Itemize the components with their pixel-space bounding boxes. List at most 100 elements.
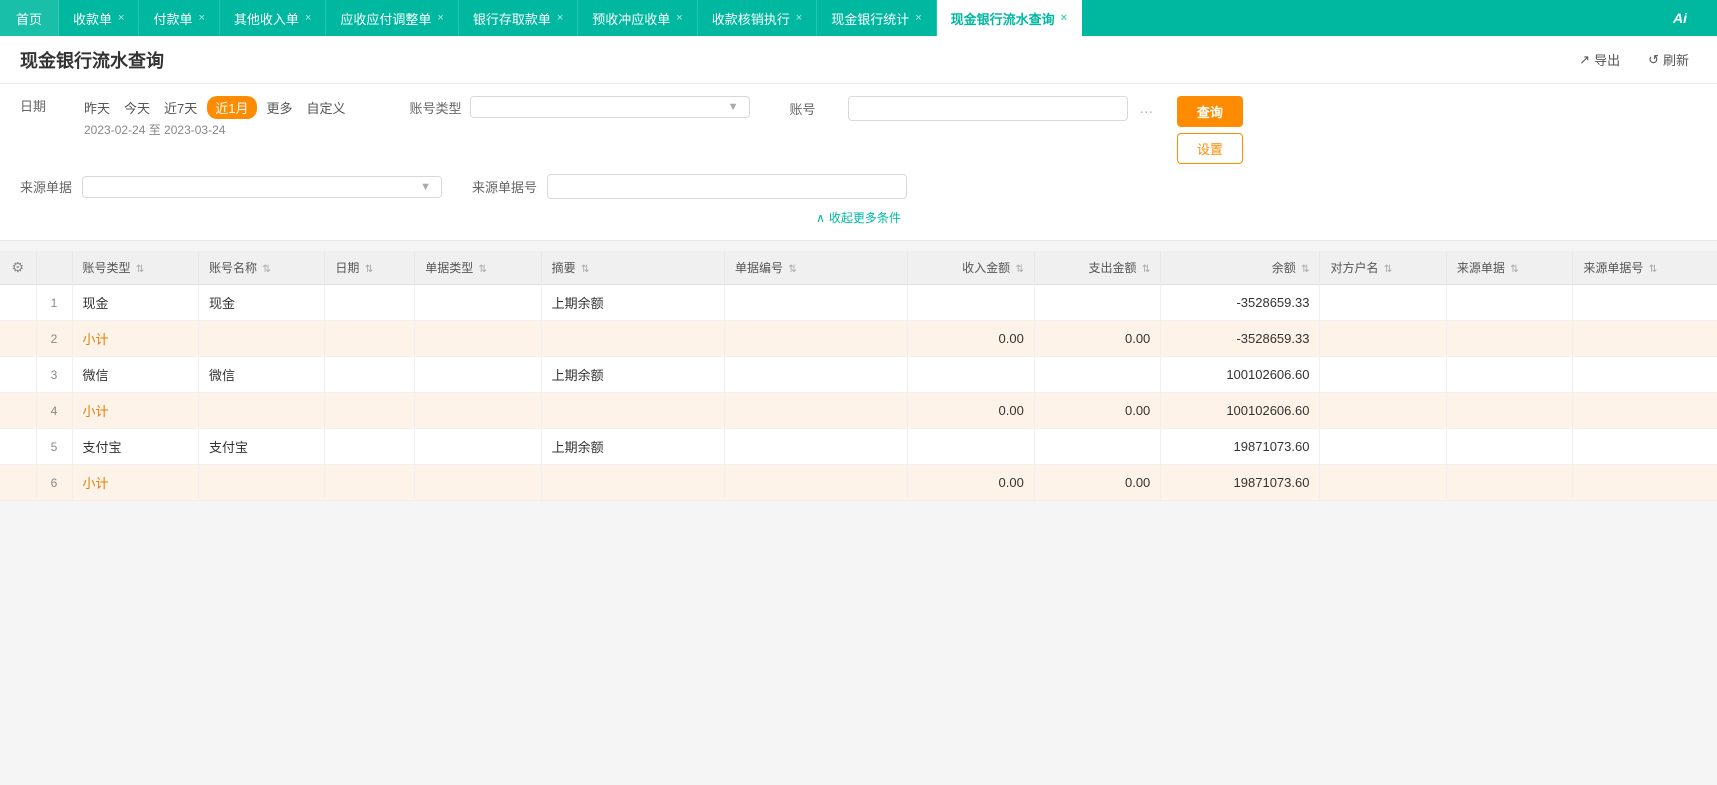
nav-tab-5-close[interactable]: ×: [676, 12, 682, 24]
nav-tab-2-close[interactable]: ×: [305, 12, 311, 24]
cell-income: [908, 429, 1034, 465]
cell-checkbox: [0, 465, 36, 501]
nav-tab-3-close[interactable]: ×: [437, 12, 443, 24]
shortcut-1month[interactable]: 近1月: [207, 96, 256, 119]
shortcut-yesterday[interactable]: 昨天: [80, 96, 114, 119]
nav-tab-6[interactable]: 收款核销执行 ×: [698, 0, 817, 36]
cell-account-name: 支付宝: [198, 429, 324, 465]
nav-tab-3[interactable]: 应收应付调整单 ×: [326, 0, 458, 36]
cell-source-doc: [1446, 321, 1572, 357]
nav-tab-7[interactable]: 现金银行统计 ×: [817, 0, 936, 36]
cell-source-doc: [1446, 393, 1572, 429]
nav-tab-1[interactable]: 付款单 ×: [139, 0, 219, 36]
cell-source-doc-no: [1573, 357, 1717, 393]
cell-date: [325, 465, 415, 501]
export-icon: ↗: [1579, 52, 1590, 68]
nav-tab-2[interactable]: 其他收入单 ×: [220, 0, 326, 36]
cell-balance: -3528659.33: [1161, 285, 1320, 321]
settings-button[interactable]: 设置: [1177, 133, 1243, 164]
nav-tab-8[interactable]: 现金银行流水查询 ×: [937, 0, 1082, 36]
th-account-type[interactable]: 账号类型 ⇅: [72, 251, 198, 285]
cell-doc-type: [415, 393, 541, 429]
nav-tab-5[interactable]: 预收冲应收单 ×: [578, 0, 697, 36]
th-date[interactable]: 日期 ⇅: [325, 251, 415, 285]
nav-tab-4-close[interactable]: ×: [557, 12, 563, 24]
cell-balance: 19871073.60: [1161, 465, 1320, 501]
nav-tab-7-close[interactable]: ×: [915, 12, 921, 24]
table-row: 6 小计 0.00 0.00 19871073.60: [0, 465, 1717, 501]
date-range: 2023-02-24 至 2023-03-24: [84, 121, 350, 138]
date-label: 日期: [20, 96, 70, 115]
cell-counterpart: [1320, 393, 1446, 429]
data-table: ⚙ 账号类型 ⇅ 账号名称 ⇅ 日期 ⇅ 单据类型 ⇅: [0, 251, 1717, 501]
shortcut-today[interactable]: 今天: [120, 96, 154, 119]
refresh-button[interactable]: ↺ 刷新: [1640, 46, 1697, 73]
cell-expense: 0.00: [1034, 321, 1160, 357]
sort-icon-counterpart: ⇅: [1384, 264, 1392, 275]
th-source-doc[interactable]: 来源单据 ⇅: [1446, 251, 1572, 285]
chevron-down-icon: ▼: [728, 101, 739, 113]
chevron-up-icon: ∧: [816, 211, 825, 225]
shortcut-more[interactable]: 更多: [263, 96, 297, 119]
cell-doc-type: [415, 321, 541, 357]
th-balance[interactable]: 余额 ⇅: [1161, 251, 1320, 285]
sort-icon-balance: ⇅: [1301, 264, 1309, 275]
sort-icon-source-doc-no: ⇅: [1649, 264, 1657, 275]
ai-badge: Ai: [1663, 8, 1697, 28]
cell-doc-no: [725, 357, 908, 393]
cell-num: 3: [36, 357, 72, 393]
th-source-doc-no[interactable]: 来源单据号 ⇅: [1573, 251, 1717, 285]
cell-expense: [1034, 285, 1160, 321]
th-gear[interactable]: ⚙: [0, 251, 36, 285]
table-container: ⚙ 账号类型 ⇅ 账号名称 ⇅ 日期 ⇅ 单据类型 ⇅: [0, 251, 1717, 501]
shortcut-custom[interactable]: 自定义: [303, 96, 350, 119]
cell-source-doc-no: [1573, 429, 1717, 465]
nav-tab-0[interactable]: 收款单 ×: [59, 0, 139, 36]
table-row: 2 小计 0.00 0.00 -3528659.33: [0, 321, 1717, 357]
sort-icon-date: ⇅: [365, 264, 373, 275]
th-account-name[interactable]: 账号名称 ⇅: [198, 251, 324, 285]
cell-num: 1: [36, 285, 72, 321]
cell-date: [325, 357, 415, 393]
cell-checkbox: [0, 357, 36, 393]
nav-tab-1-close[interactable]: ×: [198, 12, 204, 24]
cell-num: 2: [36, 321, 72, 357]
th-counterpart[interactable]: 对方户名 ⇅: [1320, 251, 1446, 285]
account-type-select[interactable]: ▼: [470, 96, 750, 118]
account-type-label: 账号类型: [410, 98, 462, 117]
cell-account-name: 微信: [198, 357, 324, 393]
cell-expense: [1034, 357, 1160, 393]
nav-tab-6-close[interactable]: ×: [796, 12, 802, 24]
cell-checkbox: [0, 393, 36, 429]
cell-income: 0.00: [908, 321, 1034, 357]
nav-tab-8-close[interactable]: ×: [1061, 12, 1067, 24]
nav-tab-4[interactable]: 银行存取款单 ×: [459, 0, 578, 36]
source-doc-no-input[interactable]: [558, 179, 896, 194]
th-doc-no[interactable]: 单据编号 ⇅: [725, 251, 908, 285]
export-button[interactable]: ↗ 导出: [1571, 46, 1628, 73]
th-doc-type[interactable]: 单据类型 ⇅: [415, 251, 541, 285]
account-dots[interactable]: ...: [1136, 100, 1157, 118]
shortcut-7days[interactable]: 近7天: [160, 96, 201, 119]
nav-tab-0-close[interactable]: ×: [118, 12, 124, 24]
refresh-icon: ↺: [1648, 52, 1659, 68]
collapse-bar[interactable]: ∧ 收起更多条件: [20, 205, 1697, 228]
account-input[interactable]: [859, 101, 1117, 116]
nav-home[interactable]: 首页: [0, 0, 59, 36]
cell-account-name: [198, 321, 324, 357]
cell-checkbox: [0, 429, 36, 465]
th-summary[interactable]: 摘要 ⇅: [541, 251, 724, 285]
query-button[interactable]: 查询: [1177, 96, 1243, 127]
cell-income: 0.00: [908, 393, 1034, 429]
cell-source-doc-no: [1573, 285, 1717, 321]
cell-summary: 上期余额: [541, 357, 724, 393]
source-doc-select[interactable]: ▼: [82, 176, 442, 198]
cell-balance: -3528659.33: [1161, 321, 1320, 357]
table-row: 1 现金 现金 上期余额 -3528659.33: [0, 285, 1717, 321]
th-num: [36, 251, 72, 285]
sort-icon-expense: ⇅: [1142, 264, 1150, 275]
th-expense[interactable]: 支出金额 ⇅: [1034, 251, 1160, 285]
cell-counterpart: [1320, 465, 1446, 501]
cell-source-doc: [1446, 285, 1572, 321]
th-income[interactable]: 收入金额 ⇅: [908, 251, 1034, 285]
